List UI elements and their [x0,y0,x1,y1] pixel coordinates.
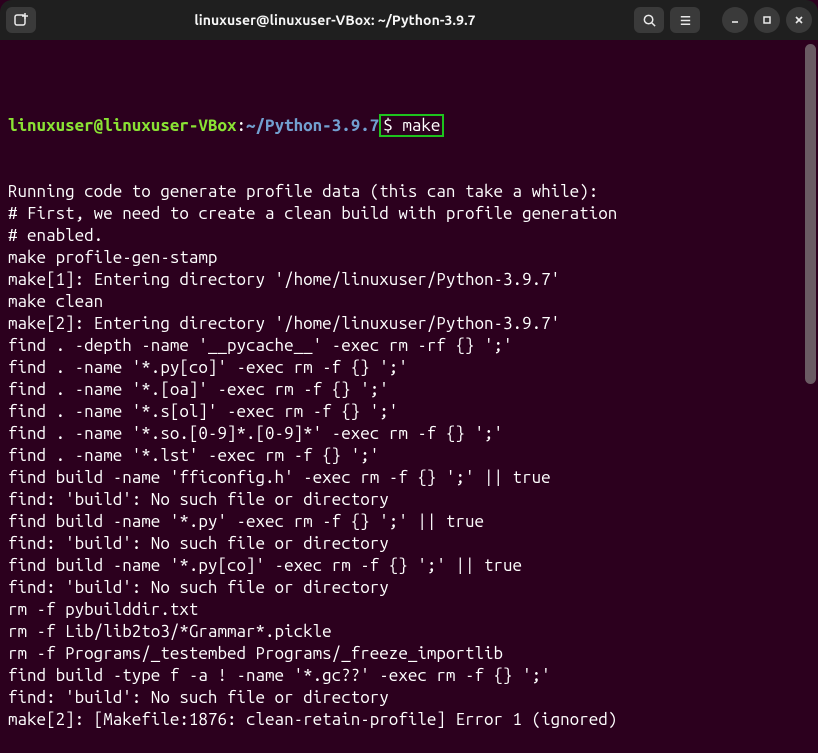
output-line: Running code to generate profile data (t… [8,181,808,203]
prompt-path: ~/Python-3.9.7 [246,116,379,135]
output-line: find build -name '*.py' -exec rm -f {} '… [8,511,808,533]
output-line: find: 'build': No such file or directory [8,489,808,511]
new-tab-button[interactable] [6,7,36,33]
prompt-dollar: $ [383,116,402,135]
menu-button[interactable] [670,7,700,33]
terminal-body[interactable]: linuxuser@linuxuser-VBox:~/Python-3.9.7$… [0,40,818,627]
prompt-colon: : [236,116,246,135]
output-line: find build -type f -a ! -name '*.gc??' -… [8,665,808,687]
output-line: find . -name '*.lst' -exec rm -f {} ';' [8,445,808,467]
output-line: find . -name '*.s[ol]' -exec rm -f {} ';… [8,401,808,423]
output-line: find build -name '*.py[co]' -exec rm -f … [8,555,808,577]
output-line: # First, we need to create a clean build… [8,203,808,225]
command-highlight: $ make [379,114,444,137]
prompt-line: linuxuser@linuxuser-VBox:~/Python-3.9.7$… [8,114,808,137]
window-titlebar: linuxuser@linuxuser-VBox: ~/Python-3.9.7 [0,0,818,40]
output-line: rm -f Programs/_testembed Programs/_free… [8,643,808,665]
output-line: find . -depth -name '__pycache__' -exec … [8,335,808,357]
output-line: make clean [8,291,808,313]
search-button[interactable] [634,7,664,33]
prompt-command: make [402,116,440,135]
output-line: make[2]: [Makefile:1876: clean-retain-pr… [8,709,808,731]
output-line: rm -f Lib/lib2to3/*Grammar*.pickle [8,621,808,643]
output-line: find build -name 'fficonfig.h' -exec rm … [8,467,808,489]
window-title: linuxuser@linuxuser-VBox: ~/Python-3.9.7 [36,12,634,28]
output-line: # enabled. [8,225,808,247]
scrollbar-thumb[interactable] [805,44,816,384]
output-line: make profile-gen-stamp [8,247,808,269]
prompt-user-host: linuxuser@linuxuser-VBox [8,116,236,135]
output-line: find: 'build': No such file or directory [8,687,808,709]
output-line: make[2]: Entering directory '/home/linux… [8,313,808,335]
output-line: find . -name '*.so.[0-9]*.[0-9]*' -exec … [8,423,808,445]
output-line: find . -name '*.py[co]' -exec rm -f {} '… [8,357,808,379]
close-button[interactable] [786,7,812,33]
output-line: rm -f pybuilddir.txt [8,599,808,621]
output-line: find: 'build': No such file or directory [8,533,808,555]
minimize-button[interactable] [722,7,748,33]
output-line: find . -name '*.[oa]' -exec rm -f {} ';' [8,379,808,401]
terminal-output: Running code to generate profile data (t… [8,181,808,731]
output-line: make[1]: Entering directory '/home/linux… [8,269,808,291]
output-line: find: 'build': No such file or directory [8,577,808,599]
maximize-button[interactable] [754,7,780,33]
